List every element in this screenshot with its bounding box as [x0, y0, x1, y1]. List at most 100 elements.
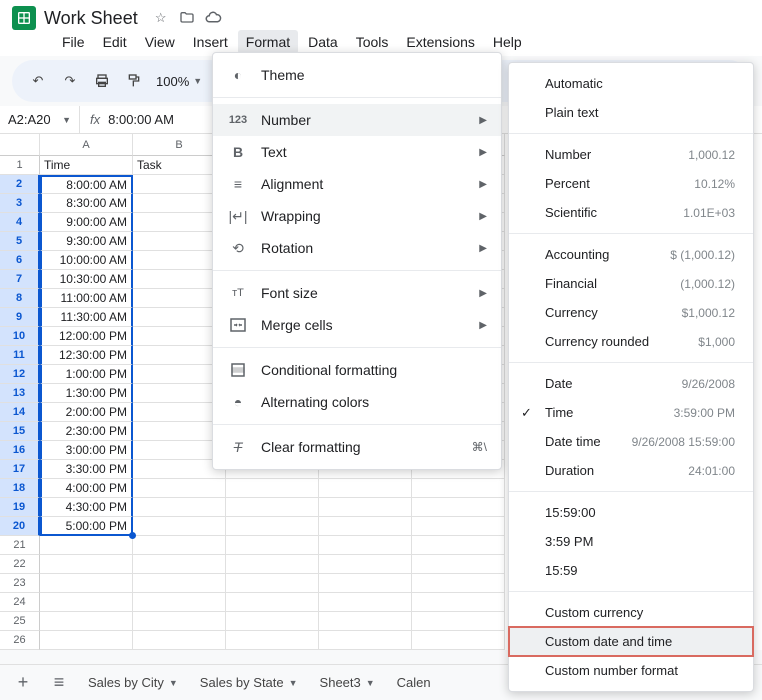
format-alternating[interactable]: ◓Alternating colors	[213, 386, 501, 418]
row-header[interactable]: 25	[0, 612, 40, 631]
cell[interactable]	[133, 612, 226, 631]
cell[interactable]	[133, 517, 226, 536]
menu-edit[interactable]: Edit	[95, 30, 135, 54]
all-sheets-button[interactable]: ≡	[48, 672, 70, 694]
number-accounting[interactable]: Accounting$ (1,000.12)	[509, 240, 753, 269]
document-title[interactable]: Work Sheet	[44, 8, 138, 29]
cell[interactable]	[40, 536, 133, 555]
row-header[interactable]: 7	[0, 270, 40, 289]
menu-view[interactable]: View	[137, 30, 183, 54]
cell[interactable]: 2:30:00 PM	[40, 422, 133, 441]
cell[interactable]	[226, 536, 319, 555]
row-header[interactable]: 18	[0, 479, 40, 498]
cell[interactable]: 11:30:00 AM	[40, 308, 133, 327]
cell[interactable]: 9:00:00 AM	[40, 213, 133, 232]
name-box[interactable]: A2:A20 ▼	[0, 106, 80, 133]
cell[interactable]: 12:30:00 PM	[40, 346, 133, 365]
row-header[interactable]: 15	[0, 422, 40, 441]
cell[interactable]	[40, 555, 133, 574]
cell[interactable]: 12:00:00 PM	[40, 327, 133, 346]
number-number[interactable]: Number1,000.12	[509, 140, 753, 169]
format-merge[interactable]: Merge cells▶	[213, 309, 501, 341]
format-text[interactable]: BText▶	[213, 136, 501, 168]
cell[interactable]	[412, 593, 505, 612]
row-header[interactable]: 2	[0, 175, 40, 194]
number-financial[interactable]: Financial(1,000.12)	[509, 269, 753, 298]
sheet-tab[interactable]: Calen	[393, 669, 435, 696]
column-header[interactable]: A	[40, 134, 133, 156]
cell[interactable]	[226, 631, 319, 650]
row-header[interactable]: 17	[0, 460, 40, 479]
cell[interactable]: 5:00:00 PM	[40, 517, 133, 536]
cell[interactable]	[319, 631, 412, 650]
cell[interactable]	[133, 479, 226, 498]
cell[interactable]	[319, 479, 412, 498]
cell[interactable]	[40, 612, 133, 631]
cell[interactable]	[412, 612, 505, 631]
cell[interactable]: 4:30:00 PM	[40, 498, 133, 517]
row-header[interactable]: 14	[0, 403, 40, 422]
sheets-logo-icon[interactable]	[12, 6, 36, 30]
row-header[interactable]: 16	[0, 441, 40, 460]
number-percent[interactable]: Percent10.12%	[509, 169, 753, 198]
sheet-tab[interactable]: Sales by City▼	[84, 669, 182, 696]
row-header[interactable]: 13	[0, 384, 40, 403]
format-number[interactable]: 123Number▶	[213, 104, 501, 136]
row-header[interactable]: 19	[0, 498, 40, 517]
cell[interactable]	[319, 574, 412, 593]
number-fmt-1559[interactable]: 15:59	[509, 556, 753, 585]
star-icon[interactable]: ☆	[152, 9, 170, 27]
cell[interactable]	[40, 631, 133, 650]
zoom-selector[interactable]: 100%▼	[152, 74, 206, 89]
cell[interactable]: 8:30:00 AM	[40, 194, 133, 213]
cell[interactable]: 9:30:00 AM	[40, 232, 133, 251]
cell[interactable]	[412, 555, 505, 574]
number-duration[interactable]: Duration24:01:00	[509, 456, 753, 485]
number-custom-datetime[interactable]: Custom date and time	[509, 627, 753, 656]
cell[interactable]	[133, 498, 226, 517]
menu-data[interactable]: Data	[300, 30, 346, 54]
cell[interactable]	[226, 517, 319, 536]
selection-fill-handle[interactable]	[129, 532, 136, 539]
cell[interactable]: 2:00:00 PM	[40, 403, 133, 422]
cell[interactable]	[40, 593, 133, 612]
cell[interactable]	[226, 612, 319, 631]
cell[interactable]	[319, 536, 412, 555]
cell[interactable]: 10:30:00 AM	[40, 270, 133, 289]
row-header[interactable]: 11	[0, 346, 40, 365]
cell[interactable]	[412, 631, 505, 650]
number-datetime[interactable]: Date time9/26/2008 15:59:00	[509, 427, 753, 456]
row-header[interactable]: 3	[0, 194, 40, 213]
print-button[interactable]	[88, 67, 116, 95]
cell[interactable]	[319, 612, 412, 631]
cloud-status-icon[interactable]	[204, 9, 222, 27]
number-date[interactable]: Date9/26/2008	[509, 369, 753, 398]
cell[interactable]	[226, 574, 319, 593]
format-rotation[interactable]: ⟲Rotation▶	[213, 232, 501, 264]
number-currency-rounded[interactable]: Currency rounded$1,000	[509, 327, 753, 356]
cell[interactable]	[40, 574, 133, 593]
cell[interactable]: 8:00:00 AM	[40, 175, 133, 194]
format-alignment[interactable]: ≡Alignment▶	[213, 168, 501, 200]
number-fmt-155900[interactable]: 15:59:00	[509, 498, 753, 527]
number-custom-number-format[interactable]: Custom number format	[509, 656, 753, 685]
cell[interactable]	[226, 498, 319, 517]
move-folder-icon[interactable]	[178, 9, 196, 27]
menu-extensions[interactable]: Extensions	[398, 30, 482, 54]
number-currency[interactable]: Currency$1,000.12	[509, 298, 753, 327]
cell[interactable]	[133, 574, 226, 593]
cell[interactable]	[412, 517, 505, 536]
menu-tools[interactable]: Tools	[348, 30, 397, 54]
paint-format-button[interactable]	[120, 67, 148, 95]
row-header[interactable]: 26	[0, 631, 40, 650]
row-header[interactable]: 23	[0, 574, 40, 593]
redo-button[interactable]: ↷	[56, 67, 84, 95]
row-header[interactable]: 5	[0, 232, 40, 251]
undo-button[interactable]: ↶	[24, 67, 52, 95]
cell[interactable]: 4:00:00 PM	[40, 479, 133, 498]
cell[interactable]: 3:00:00 PM	[40, 441, 133, 460]
row-header[interactable]: 9	[0, 308, 40, 327]
cell[interactable]	[412, 536, 505, 555]
cell[interactable]	[133, 593, 226, 612]
menu-file[interactable]: File	[54, 30, 93, 54]
